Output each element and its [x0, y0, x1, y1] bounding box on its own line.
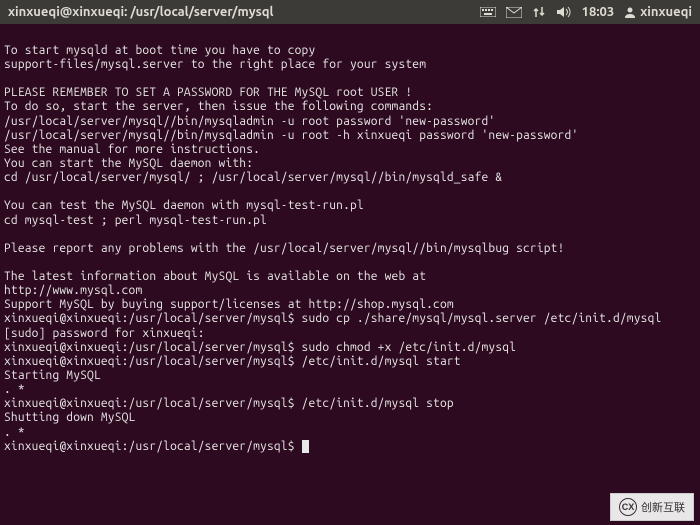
terminal-line: PLEASE REMEMBER TO SET A PASSWORD FOR TH…: [4, 86, 696, 100]
watermark-text: 创新互联: [641, 499, 685, 515]
menubar: xinxueqi@xinxueqi: /usr/local/server/mys…: [0, 0, 700, 24]
username-label: xinxueqi: [640, 5, 692, 19]
terminal-line: See the manual for more instructions.: [4, 143, 696, 157]
volume-icon[interactable]: [556, 6, 572, 18]
terminal-line: . *: [4, 426, 696, 440]
terminal-line: xinxueqi@xinxueqi:/usr/local/server/mysq…: [4, 312, 696, 326]
terminal-line: [4, 256, 696, 270]
terminal-line: xinxueqi@xinxueqi:/usr/local/server/mysq…: [4, 355, 696, 369]
terminal-line: xinxueqi@xinxueqi:/usr/local/server/mysq…: [4, 397, 696, 411]
terminal-line: You can start the MySQL daemon with:: [4, 157, 696, 171]
terminal-line: /usr/local/server/mysql//bin/mysqladmin …: [4, 115, 696, 129]
keyboard-icon[interactable]: [480, 7, 496, 17]
terminal-line: [4, 72, 696, 86]
terminal-line: xinxueqi@xinxueqi:/usr/local/server/mysq…: [4, 440, 696, 454]
terminal-line: [4, 30, 696, 44]
terminal-line: [4, 185, 696, 199]
terminal-line: cd /usr/local/server/mysql/ ; /usr/local…: [4, 171, 696, 185]
terminal-line: Please report any problems with the /usr…: [4, 242, 696, 256]
network-icon[interactable]: [532, 5, 546, 19]
terminal-line: You can test the MySQL daemon with mysql…: [4, 199, 696, 213]
terminal-line: The latest information about MySQL is av…: [4, 270, 696, 284]
terminal-line: /usr/local/server/mysql//bin/mysqladmin …: [4, 129, 696, 143]
user-icon: [624, 6, 636, 18]
mail-icon[interactable]: [506, 7, 522, 18]
terminal-line: support-files/mysql.server to the right …: [4, 58, 696, 72]
terminal-line: xinxueqi@xinxueqi:/usr/local/server/mysq…: [4, 341, 696, 355]
terminal-line: [sudo] password for xinxueqi:: [4, 327, 696, 341]
watermark: CX 创新互联: [610, 493, 694, 521]
watermark-logo: CX: [619, 498, 637, 516]
terminal-output[interactable]: To start mysqld at boot time you have to…: [0, 24, 700, 460]
terminal-line: . *: [4, 383, 696, 397]
terminal-line: cd mysql-test ; perl mysql-test-run.pl: [4, 214, 696, 228]
user-menu[interactable]: xinxueqi: [624, 5, 692, 19]
window-title: xinxueqi@xinxueqi: /usr/local/server/mys…: [8, 5, 480, 19]
terminal-line: [4, 228, 696, 242]
terminal-line: Shutting down MySQL: [4, 411, 696, 425]
terminal-line: Starting MySQL: [4, 369, 696, 383]
indicator-area: 18:03 xinxueqi: [480, 5, 692, 19]
terminal-line: To do so, start the server, then issue t…: [4, 100, 696, 114]
terminal-line: To start mysqld at boot time you have to…: [4, 44, 696, 58]
terminal-line: http://www.mysql.com: [4, 284, 696, 298]
clock-time[interactable]: 18:03: [582, 5, 615, 19]
terminal-line: Support MySQL by buying support/licenses…: [4, 298, 696, 312]
cursor: [302, 440, 309, 453]
